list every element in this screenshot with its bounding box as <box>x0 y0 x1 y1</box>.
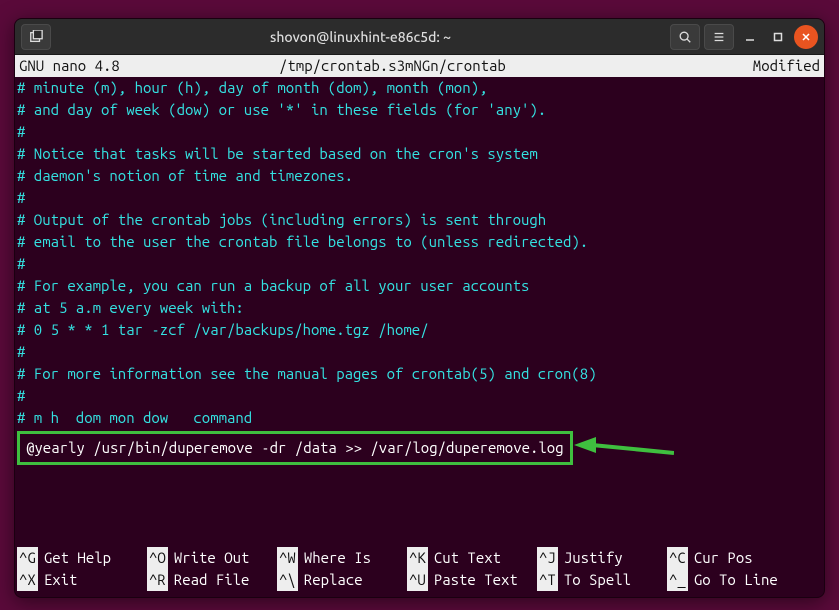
editor-line: # <box>17 341 822 363</box>
annotation-arrow-icon <box>574 433 674 463</box>
shortcut-label: Justify <box>564 547 623 569</box>
editor-header-bar: GNU nano 4.8 /tmp/crontab.s3mNGn/crontab… <box>15 55 824 77</box>
editor-line: # For more information see the manual pa… <box>17 363 822 385</box>
editor-line: # Output of the crontab jobs (including … <box>17 209 822 231</box>
shortcut-item: ^C Cur Pos <box>667 547 797 569</box>
shortcut-label: Read File <box>174 569 250 591</box>
highlighted-cron-entry: @yearly /usr/bin/duperemove -dr /data >>… <box>17 431 573 465</box>
editor-line: # m h dom mon dow command <box>17 407 822 429</box>
editor-line: # <box>17 253 822 275</box>
shortcut-label: Exit <box>44 569 78 591</box>
editor-line: # daemon's notion of time and timezones. <box>17 165 822 187</box>
shortcut-item: ^U Paste Text <box>407 569 537 591</box>
shortcut-key: ^T <box>537 569 558 591</box>
editor-line: # email to the user the crontab file bel… <box>17 231 822 253</box>
new-tab-button[interactable] <box>21 24 51 50</box>
shortcut-label: Get Help <box>44 547 111 569</box>
maximize-button[interactable] <box>766 25 790 49</box>
shortcut-label: To Spell <box>564 569 631 591</box>
editor-line: # Notice that tasks will be started base… <box>17 143 822 165</box>
shortcut-item: ^X Exit <box>17 569 147 591</box>
minimize-button[interactable] <box>738 25 762 49</box>
shortcut-key: ^G <box>17 547 38 569</box>
editor-body[interactable]: # minute (m), hour (h), day of month (do… <box>15 77 824 467</box>
shortcut-key: ^R <box>147 569 168 591</box>
titlebar: shovon@linuxhint-e86c5d: ~ <box>15 19 824 55</box>
shortcut-key: ^K <box>407 547 428 569</box>
editor-line: # For example, you can run a backup of a… <box>17 275 822 297</box>
terminal-window: shovon@linuxhint-e86c5d: ~ GNU nano 4.8 … <box>14 18 825 598</box>
menu-button[interactable] <box>704 24 734 50</box>
shortcut-label: Replace <box>304 569 363 591</box>
editor-line: # and day of week (dow) or use '*' in th… <box>17 99 822 121</box>
editor-line: # minute (m), hour (h), day of month (do… <box>17 77 822 99</box>
shortcut-item: ^T To Spell <box>537 569 667 591</box>
shortcut-item: ^O Write Out <box>147 547 277 569</box>
shortcut-key: ^\ <box>277 569 298 591</box>
search-button[interactable] <box>670 24 700 50</box>
window-title: shovon@linuxhint-e86c5d: ~ <box>270 29 451 45</box>
shortcut-item: ^\ Replace <box>277 569 407 591</box>
shortcut-key: ^W <box>277 547 298 569</box>
shortcut-item: ^G Get Help <box>17 547 147 569</box>
editor-line: # at 5 a.m every week with: <box>17 297 822 319</box>
shortcut-label: Where Is <box>304 547 371 569</box>
shortcut-label: Go To Line <box>694 569 778 591</box>
shortcut-label: Write Out <box>174 547 250 569</box>
shortcut-item: ^K Cut Text <box>407 547 537 569</box>
shortcut-label: Cut Text <box>434 547 501 569</box>
shortcut-key: ^J <box>537 547 558 569</box>
editor-shortcut-bar: ^G Get Help ^O Write Out ^W Where Is ^K Cut Tex… <box>15 547 824 591</box>
editor-app-name: GNU nano 4.8 <box>15 55 279 77</box>
editor-line: # <box>17 121 822 143</box>
shortcut-item: ^_ Go To Line <box>667 569 797 591</box>
shortcut-key: ^X <box>17 569 38 591</box>
shortcut-key: ^C <box>667 547 688 569</box>
cron-command-line: @yearly /usr/bin/duperemove -dr /data >>… <box>26 439 564 456</box>
close-button[interactable] <box>794 25 818 49</box>
shortcut-item: ^J Justify <box>537 547 667 569</box>
shortcut-label: Cur Pos <box>694 547 753 569</box>
shortcut-label: Paste Text <box>434 569 518 591</box>
shortcut-key: ^U <box>407 569 428 591</box>
shortcut-item: ^W Where Is <box>277 547 407 569</box>
editor-line: # <box>17 385 822 407</box>
editor-file-path: /tmp/crontab.s3mNGn/crontab <box>279 55 753 77</box>
editor-line: # <box>17 187 822 209</box>
shortcut-item: ^R Read File <box>147 569 277 591</box>
shortcut-key: ^_ <box>667 569 688 591</box>
editor-line: # 0 5 * * 1 tar -zcf /var/backups/home.t… <box>17 319 822 341</box>
editor-status: Modified <box>753 55 824 77</box>
shortcut-key: ^O <box>147 547 168 569</box>
